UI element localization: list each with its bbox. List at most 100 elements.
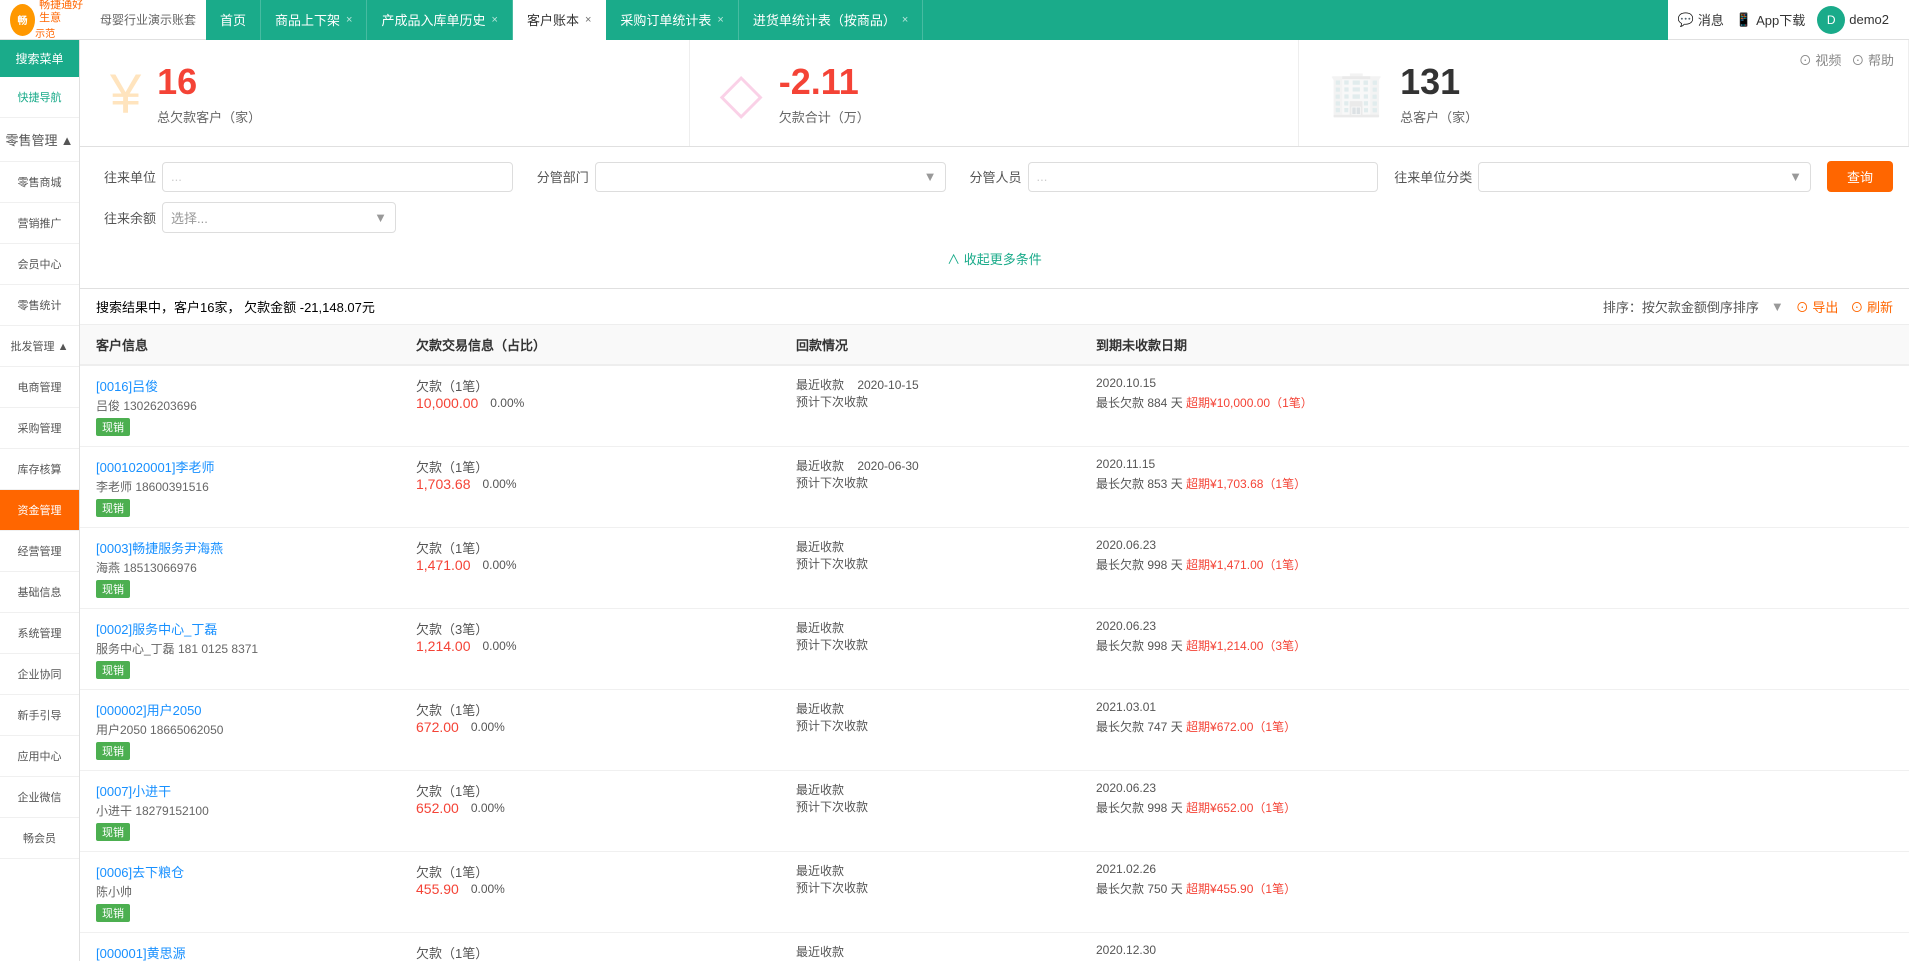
tab-products[interactable]: 商品上下架 × bbox=[261, 0, 367, 40]
sidebar-item-marketing[interactable]: 营销推广 bbox=[0, 203, 79, 244]
filter-item-dept: 分管部门 ▼ bbox=[529, 162, 946, 192]
sidebar-item-purchase[interactable]: 采购管理 bbox=[0, 408, 79, 449]
collection-sub: 预计下次收款 bbox=[796, 879, 1096, 896]
sidebar-item-guide[interactable]: 新手引导 bbox=[0, 695, 79, 736]
user-menu[interactable]: D demo2 bbox=[1817, 6, 1889, 34]
overdue-link[interactable]: 超期¥1,703.68（1笔） bbox=[1186, 477, 1306, 491]
arrow-down-icon: ▼ bbox=[1789, 169, 1802, 184]
message-button[interactable]: 💬 消息 bbox=[1678, 10, 1724, 29]
stat-info-customers: 131 总客户（家） bbox=[1400, 61, 1478, 126]
sidebar: 搜索菜单 快捷导航 零售管理 ▲ 零售商城 营销推广 会员中心 零售统计 批发管… bbox=[0, 40, 80, 961]
filter-item-vendor: 往来单位 ... bbox=[96, 162, 513, 192]
debt-amount-row: 10,000.00 0.00% bbox=[416, 395, 796, 411]
results-amount-label: 欠款金额 bbox=[244, 300, 296, 315]
close-icon[interactable]: × bbox=[902, 14, 908, 26]
export-button[interactable]: ⊙ 导出 bbox=[1796, 297, 1839, 316]
filter-input-vendor[interactable]: ... bbox=[162, 162, 513, 192]
customer-name-link[interactable]: [0001020001]李老师 bbox=[96, 457, 416, 476]
collection-info: 最近收款 bbox=[796, 943, 1096, 960]
overdue-link[interactable]: 超期¥1,471.00（1笔） bbox=[1186, 558, 1306, 572]
overdue-link[interactable]: 超期¥652.00（1笔） bbox=[1186, 801, 1296, 815]
debt-percent: 0.00% bbox=[471, 882, 505, 896]
sidebar-item-system[interactable]: 系统管理 bbox=[0, 613, 79, 654]
arrow-down-icon: ▼ bbox=[374, 210, 387, 225]
customer-name-link[interactable]: [000001]黄思源 bbox=[96, 943, 416, 961]
sidebar-item-quicknav[interactable]: 快捷导航 bbox=[0, 77, 79, 118]
results-summary: 搜索结果中，客户16家， 欠款金额 -21,148.07元 bbox=[96, 297, 375, 316]
overdue-link[interactable]: 超期¥455.90（1笔） bbox=[1186, 882, 1296, 896]
collection-sub: 预计下次收款 bbox=[796, 798, 1096, 815]
sidebar-item-wholesale[interactable]: 批发管理 ▲ bbox=[0, 326, 79, 367]
filter-item-category: 往来单位分类 ▼ bbox=[1394, 162, 1811, 192]
filter-area: 往来单位 ... 分管部门 ▼ 分管人员 ... bbox=[80, 147, 1909, 289]
overdue-link[interactable]: 超期¥1,214.00（3笔） bbox=[1186, 639, 1306, 653]
debt-count: 欠款（1笔） bbox=[416, 781, 796, 800]
collection-info: 最近收款 bbox=[796, 862, 1096, 879]
debt-count: 欠款（1笔） bbox=[416, 862, 796, 881]
customer-tag: 现销 bbox=[96, 580, 130, 598]
sidebar-item-ecommerce[interactable]: 电商管理 bbox=[0, 367, 79, 408]
tab-purchase-product-stats[interactable]: 进货单统计表（按商品） × bbox=[739, 0, 923, 40]
customer-name-link[interactable]: [0007]小进干 bbox=[96, 781, 416, 800]
filter-select-balance[interactable]: 选择... ▼ bbox=[162, 202, 396, 233]
due-date: 2021.03.01 bbox=[1096, 700, 1893, 714]
table-row: [000002]用户2050 用户2050 18665062050 现销 欠款（… bbox=[80, 690, 1909, 771]
collection-sub: 预计下次收款 bbox=[796, 555, 1096, 572]
debt-amount: 1,703.68 bbox=[416, 476, 471, 492]
dots-icon: ... bbox=[1037, 169, 1048, 184]
sidebar-item-finance[interactable]: 资金管理 bbox=[0, 490, 79, 531]
filter-input-category[interactable]: ▼ bbox=[1478, 162, 1811, 192]
customer-name-link[interactable]: [0002]服务中心_丁磊 bbox=[96, 619, 416, 638]
customer-cell: [0016]吕俊 吕俊 13026203696 现销 bbox=[96, 376, 416, 436]
sidebar-item-vip[interactable]: 畅会员 bbox=[0, 818, 79, 859]
due-date: 2020.06.23 bbox=[1096, 781, 1893, 795]
video-link[interactable]: ⊙ 视频 bbox=[1799, 50, 1842, 69]
close-icon[interactable]: × bbox=[492, 14, 498, 26]
customer-name-link[interactable]: [0016]吕俊 bbox=[96, 376, 416, 395]
overdue-link[interactable]: 超期¥10,000.00（1笔） bbox=[1186, 396, 1313, 410]
search-button[interactable]: 查询 bbox=[1827, 161, 1893, 192]
tab-purchase-stats[interactable]: 采购订单统计表 × bbox=[606, 0, 738, 40]
help-link[interactable]: ⊙ 帮助 bbox=[1851, 50, 1894, 69]
search-menu[interactable]: 搜索菜单 bbox=[0, 40, 79, 77]
sidebar-item-retail-mgmt[interactable]: 零售管理 ▲ bbox=[0, 118, 79, 162]
filter-input-dept[interactable]: ▼ bbox=[595, 162, 946, 192]
content-area: ¥ 16 总欠款客户（家） ◇ -2.11 欠款合计（万） 🏢 131 总客户（… bbox=[80, 40, 1909, 961]
sidebar-item-inventory[interactable]: 库存核算 bbox=[0, 449, 79, 490]
customer-sub: 小进干 18279152100 bbox=[96, 802, 416, 819]
stats-row: ¥ 16 总欠款客户（家） ◇ -2.11 欠款合计（万） 🏢 131 总客户（… bbox=[80, 40, 1909, 147]
collection-cell: 最近收款 预计下次收款 bbox=[796, 862, 1096, 896]
debt-cell: 欠款（1笔） 455.90 0.00% bbox=[416, 862, 796, 897]
close-icon[interactable]: × bbox=[585, 14, 591, 26]
sidebar-item-basic-info[interactable]: 基础信息 bbox=[0, 572, 79, 613]
customer-tag: 现销 bbox=[96, 661, 130, 679]
debt-amount-row: 1,471.00 0.00% bbox=[416, 557, 796, 573]
sidebar-item-wechat[interactable]: 企业微信 bbox=[0, 777, 79, 818]
sidebar-item-retail-mall[interactable]: 零售商城 bbox=[0, 162, 79, 203]
close-icon[interactable]: × bbox=[717, 14, 723, 26]
refresh-button[interactable]: ⊙ 刷新 bbox=[1850, 297, 1893, 316]
table-row: [0016]吕俊 吕俊 13026203696 现销 欠款（1笔） 10,000… bbox=[80, 366, 1909, 447]
tab-production[interactable]: 产成品入库单历史 × bbox=[367, 0, 512, 40]
customer-name-link[interactable]: [0006]去下粮仓 bbox=[96, 862, 416, 881]
customer-sub: 李老师 18600391516 bbox=[96, 478, 416, 495]
customer-cell: [0006]去下粮仓 陈小帅 现销 bbox=[96, 862, 416, 922]
sidebar-item-retail-stats[interactable]: 零售统计 bbox=[0, 285, 79, 326]
sidebar-item-appstore[interactable]: 应用中心 bbox=[0, 736, 79, 777]
tab-home[interactable]: 首页 bbox=[206, 0, 261, 40]
app-download-button[interactable]: 📱 App下载 bbox=[1736, 10, 1805, 29]
close-icon[interactable]: × bbox=[346, 14, 352, 26]
results-actions: 排序：按欠款金额倒序排序 ▼ ⊙ 导出 ⊙ 刷新 bbox=[1603, 297, 1893, 316]
sidebar-item-members[interactable]: 会员中心 bbox=[0, 244, 79, 285]
sidebar-item-enterprise[interactable]: 企业协同 bbox=[0, 654, 79, 695]
overdue-link[interactable]: 超期¥672.00（1笔） bbox=[1186, 720, 1296, 734]
collapse-bar[interactable]: ∧ 收起更多条件 bbox=[96, 243, 1893, 274]
customer-name-link[interactable]: [000002]用户2050 bbox=[96, 700, 416, 719]
customer-name-link[interactable]: [0003]畅捷服务尹海燕 bbox=[96, 538, 416, 557]
debt-amount: 1,471.00 bbox=[416, 557, 471, 573]
stat-number-debt-total: -2.11 bbox=[779, 61, 870, 103]
tab-customer-account[interactable]: 客户账本 × bbox=[513, 0, 606, 40]
sidebar-item-operations[interactable]: 经营管理 bbox=[0, 531, 79, 572]
filter-input-person[interactable]: ... bbox=[1028, 162, 1379, 192]
overdue-cell: 2021.03.01 最长欠款 747 天 超期¥672.00（1笔） bbox=[1096, 700, 1893, 735]
